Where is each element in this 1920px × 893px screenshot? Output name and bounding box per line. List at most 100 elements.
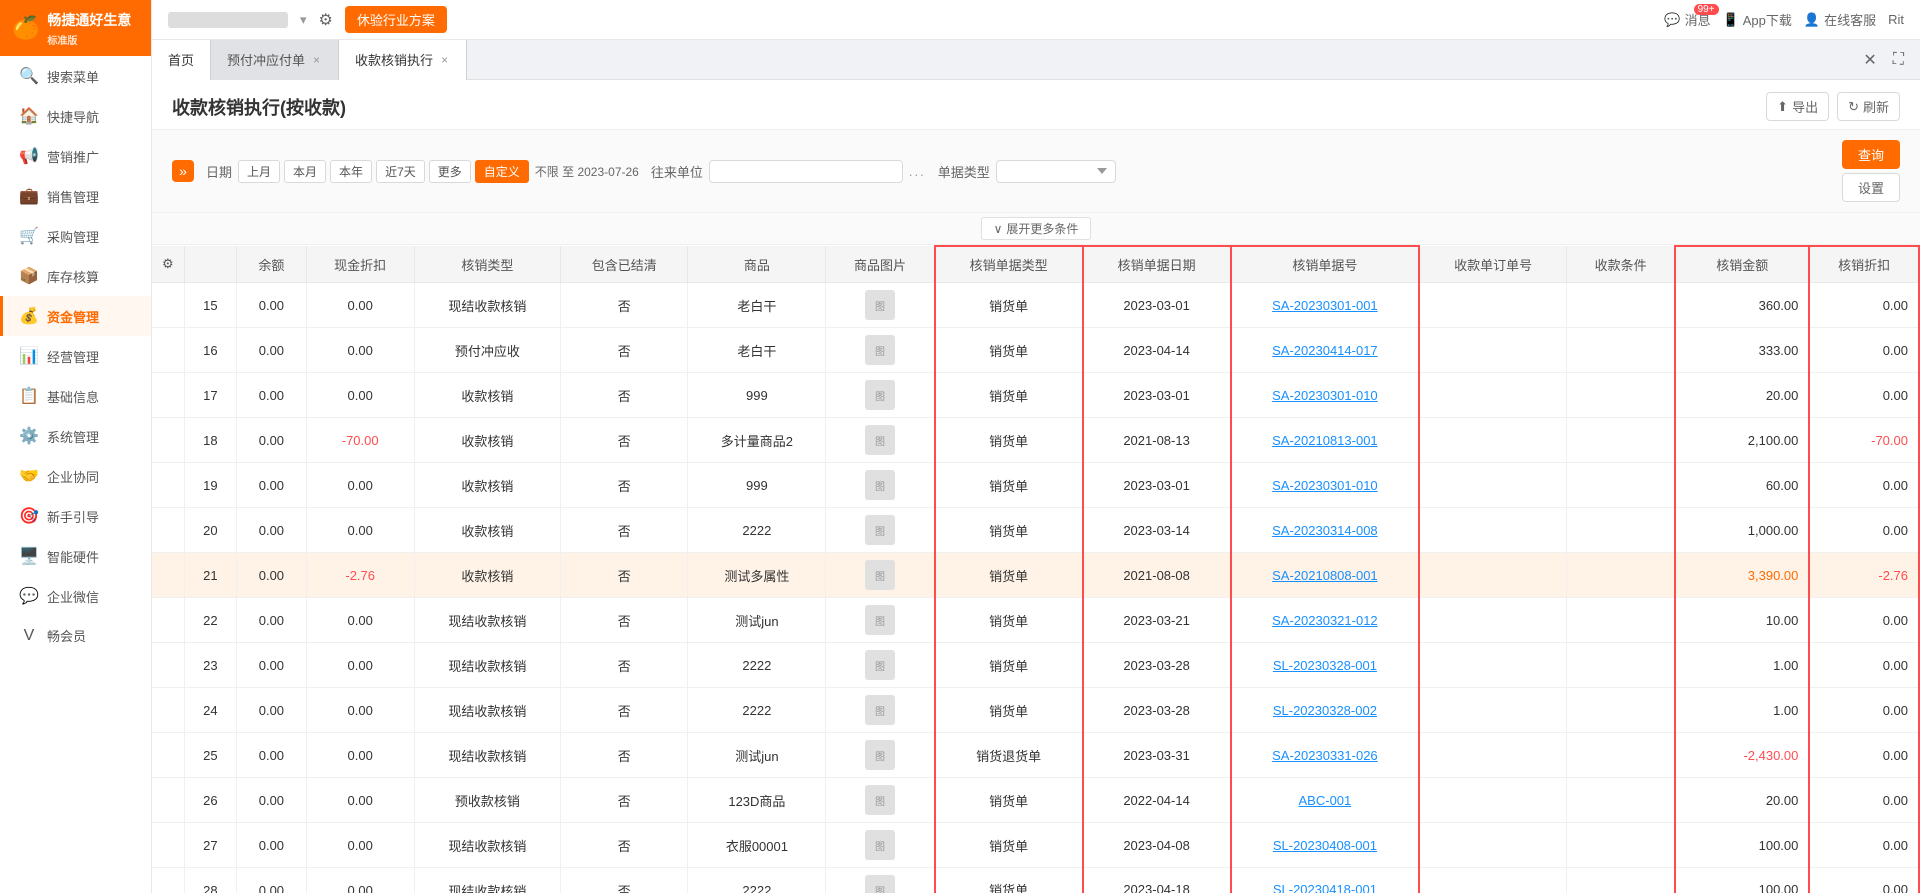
- message-icon: 💬: [1664, 12, 1680, 28]
- table-row: 270.000.00现结收款核销否衣服00001图销货单2023-04-08SL…: [152, 823, 1919, 868]
- refresh-icon: ↻: [1848, 99, 1859, 115]
- table-row: 150.000.00现结收款核销否老白干图销货单2023-03-01SA-202…: [152, 283, 1919, 328]
- sidebar-item-hardware[interactable]: 🖥️ 智能硬件: [0, 536, 151, 576]
- sidebar-item-label: 销售管理: [47, 187, 99, 206]
- table-header-row: ⚙ 余额 现金折扣 核销类型 包含已结清 商品 商品图片 核销单据类型 核销单据…: [152, 246, 1919, 283]
- table-row: 170.000.00收款核销否999图销货单2023-03-01SA-20230…: [152, 373, 1919, 418]
- sidebar-item-baseinfo[interactable]: 📋 基础信息: [0, 376, 151, 416]
- logo-subtitle: 标准版: [47, 32, 131, 47]
- tab-close-all-icon[interactable]: ✕: [1859, 46, 1880, 74]
- expand-more-bar: ∨ 展开更多条件: [152, 213, 1920, 245]
- filter-expand-btn[interactable]: »: [172, 160, 194, 182]
- tab-home[interactable]: 首页: [152, 40, 211, 80]
- sidebar-item-label: 畅会员: [47, 626, 86, 645]
- sidebar-item-quicknav[interactable]: 🏠 快捷导航: [0, 96, 151, 136]
- unit-label: 往来单位: [651, 162, 703, 181]
- table-row: 280.000.00现结收款核销否2222图销货单2023-04-18SL-20…: [152, 868, 1919, 893]
- sidebar-item-marketing[interactable]: 📢 营销推广: [0, 136, 151, 176]
- sidebar-item-label: 库存核算: [47, 267, 99, 286]
- sidebar-item-wechat[interactable]: 💬 企业微信: [0, 576, 151, 616]
- date-btn-more[interactable]: 更多: [429, 160, 471, 183]
- tab-verify[interactable]: 收款核销执行 ×: [339, 40, 467, 80]
- industry-btn[interactable]: 休验行业方案: [345, 6, 447, 33]
- logo-icon: 🍊: [12, 15, 39, 41]
- sidebar-item-bizmanage[interactable]: 📊 经营管理: [0, 336, 151, 376]
- sidebar-item-member[interactable]: V 畅会员: [0, 616, 151, 655]
- logo-title: 畅捷通好生意: [47, 10, 131, 30]
- table-row: 250.000.00现结收款核销否测试jun图销货退货单2023-03-31SA…: [152, 733, 1919, 778]
- th-settings[interactable]: ⚙: [152, 246, 184, 283]
- topbar-gear-icon[interactable]: ⚙: [319, 10, 333, 30]
- tabs-actions: ✕ ⛶: [1859, 46, 1920, 74]
- tab-verify-close[interactable]: ×: [439, 51, 450, 69]
- date-btn-this-month[interactable]: 本月: [284, 160, 326, 183]
- topbar-dropdown-arrow[interactable]: ▾: [300, 12, 307, 28]
- th-balance: 余额: [237, 246, 307, 283]
- date-btn-7days[interactable]: 近7天: [376, 160, 425, 183]
- online-service-btn[interactable]: 👤 在线客服: [1804, 10, 1876, 29]
- hardware-icon: 🖥️: [19, 546, 39, 566]
- sidebar-item-label: 企业协同: [47, 467, 99, 486]
- table-row: 160.000.00预付冲应收否老白干图销货单2023-04-14SA-2023…: [152, 328, 1919, 373]
- page-header: 收款核销执行(按收款) ⬆ 导出 ↻ 刷新: [152, 80, 1920, 130]
- search-icon: 🔍: [19, 66, 39, 86]
- th-goods: 商品: [688, 246, 826, 283]
- table-row: 240.000.00现结收款核销否2222图销货单2023-03-28SL-20…: [152, 688, 1919, 733]
- chevron-down-icon: ∨: [994, 222, 1003, 236]
- unit-input[interactable]: [709, 160, 903, 183]
- expand-more-btn[interactable]: ∨ 展开更多条件: [981, 217, 1092, 240]
- billtype-label: 单据类型: [938, 162, 990, 181]
- sidebar-item-sysmanage[interactable]: ⚙️ 系统管理: [0, 416, 151, 456]
- date-btn-this-year[interactable]: 本年: [330, 160, 372, 183]
- sidebar-item-label: 营销推广: [47, 147, 99, 166]
- table-container[interactable]: ⚙ 余额 现金折扣 核销类型 包含已结清 商品 商品图片 核销单据类型 核销单据…: [152, 245, 1920, 893]
- export-btn[interactable]: ⬆ 导出: [1766, 92, 1829, 121]
- filter-billtype-group: 单据类型: [938, 160, 1116, 183]
- date-range-display: 不限 至 2023-07-26: [535, 163, 639, 180]
- date-btn-custom[interactable]: 自定义: [475, 160, 529, 183]
- sidebar-item-label: 智能硬件: [47, 547, 99, 566]
- th-bill-type: 核销单据类型: [935, 246, 1083, 283]
- tab-prepay[interactable]: 预付冲应付单 ×: [211, 40, 339, 80]
- purchase-icon: 🛒: [19, 226, 39, 246]
- sidebar-item-label: 快捷导航: [47, 107, 99, 126]
- sidebar-item-inventory[interactable]: 📦 库存核算: [0, 256, 151, 296]
- sidebar-item-label: 企业微信: [47, 587, 99, 606]
- data-table: ⚙ 余额 现金折扣 核销类型 包含已结清 商品 商品图片 核销单据类型 核销单据…: [152, 245, 1920, 893]
- topbar-right: 💬 消息 99+ 📱 App下载 👤 在线客服 Rit: [1664, 10, 1904, 29]
- th-goods-img: 商品图片: [826, 246, 935, 283]
- wechat-icon: 💬: [19, 586, 39, 606]
- sidebar-item-label: 采购管理: [47, 227, 99, 246]
- filter-bar: » 日期 上月 本月 本年 近7天 更多 自定义 不限 至 2023-07-26…: [152, 130, 1920, 213]
- tab-prepay-close[interactable]: ×: [311, 51, 322, 69]
- user-label[interactable]: Rit: [1888, 12, 1904, 27]
- th-included-settled: 包含已结清: [561, 246, 688, 283]
- app-download-btn[interactable]: 📱 App下载: [1723, 10, 1792, 29]
- expand-more-label: 展开更多条件: [1006, 220, 1078, 237]
- sidebar-item-bizcolab[interactable]: 🤝 企业协同: [0, 456, 151, 496]
- refresh-btn[interactable]: ↻ 刷新: [1837, 92, 1900, 121]
- query-btn[interactable]: 查询: [1842, 140, 1900, 169]
- finance-icon: 💰: [19, 306, 39, 326]
- bizmanage-icon: 📊: [19, 346, 39, 366]
- filter-settings-btn[interactable]: 设置: [1842, 173, 1900, 202]
- sidebar-item-purchase[interactable]: 🛒 采购管理: [0, 216, 151, 256]
- page-actions: ⬆ 导出 ↻ 刷新: [1766, 92, 1900, 121]
- baseinfo-icon: 📋: [19, 386, 39, 406]
- sidebar-item-sales[interactable]: 💼 销售管理: [0, 176, 151, 216]
- sidebar-item-label: 系统管理: [47, 427, 99, 446]
- sysmanage-icon: ⚙️: [19, 426, 39, 446]
- sidebar-item-guide[interactable]: 🎯 新手引导: [0, 496, 151, 536]
- topbar-title-blurred: [168, 12, 288, 28]
- tab-maximize-icon[interactable]: ⛶: [1889, 47, 1908, 73]
- sidebar-item-search[interactable]: 🔍 搜索菜单: [0, 56, 151, 96]
- billtype-select[interactable]: [996, 160, 1116, 183]
- message-btn[interactable]: 💬 消息 99+: [1664, 10, 1710, 29]
- bizcolab-icon: 🤝: [19, 466, 39, 486]
- marketing-icon: 📢: [19, 146, 39, 166]
- home-icon: 🏠: [19, 106, 39, 126]
- sidebar-item-finance[interactable]: 💰 资金管理: [0, 296, 151, 336]
- th-bill-no: 核销单据号: [1231, 246, 1420, 283]
- date-btn-last-month[interactable]: 上月: [238, 160, 280, 183]
- app-topbar: ▾ ⚙ 休验行业方案 💬 消息 99+ 📱 App下载 👤 在线客服 Rit: [152, 0, 1920, 40]
